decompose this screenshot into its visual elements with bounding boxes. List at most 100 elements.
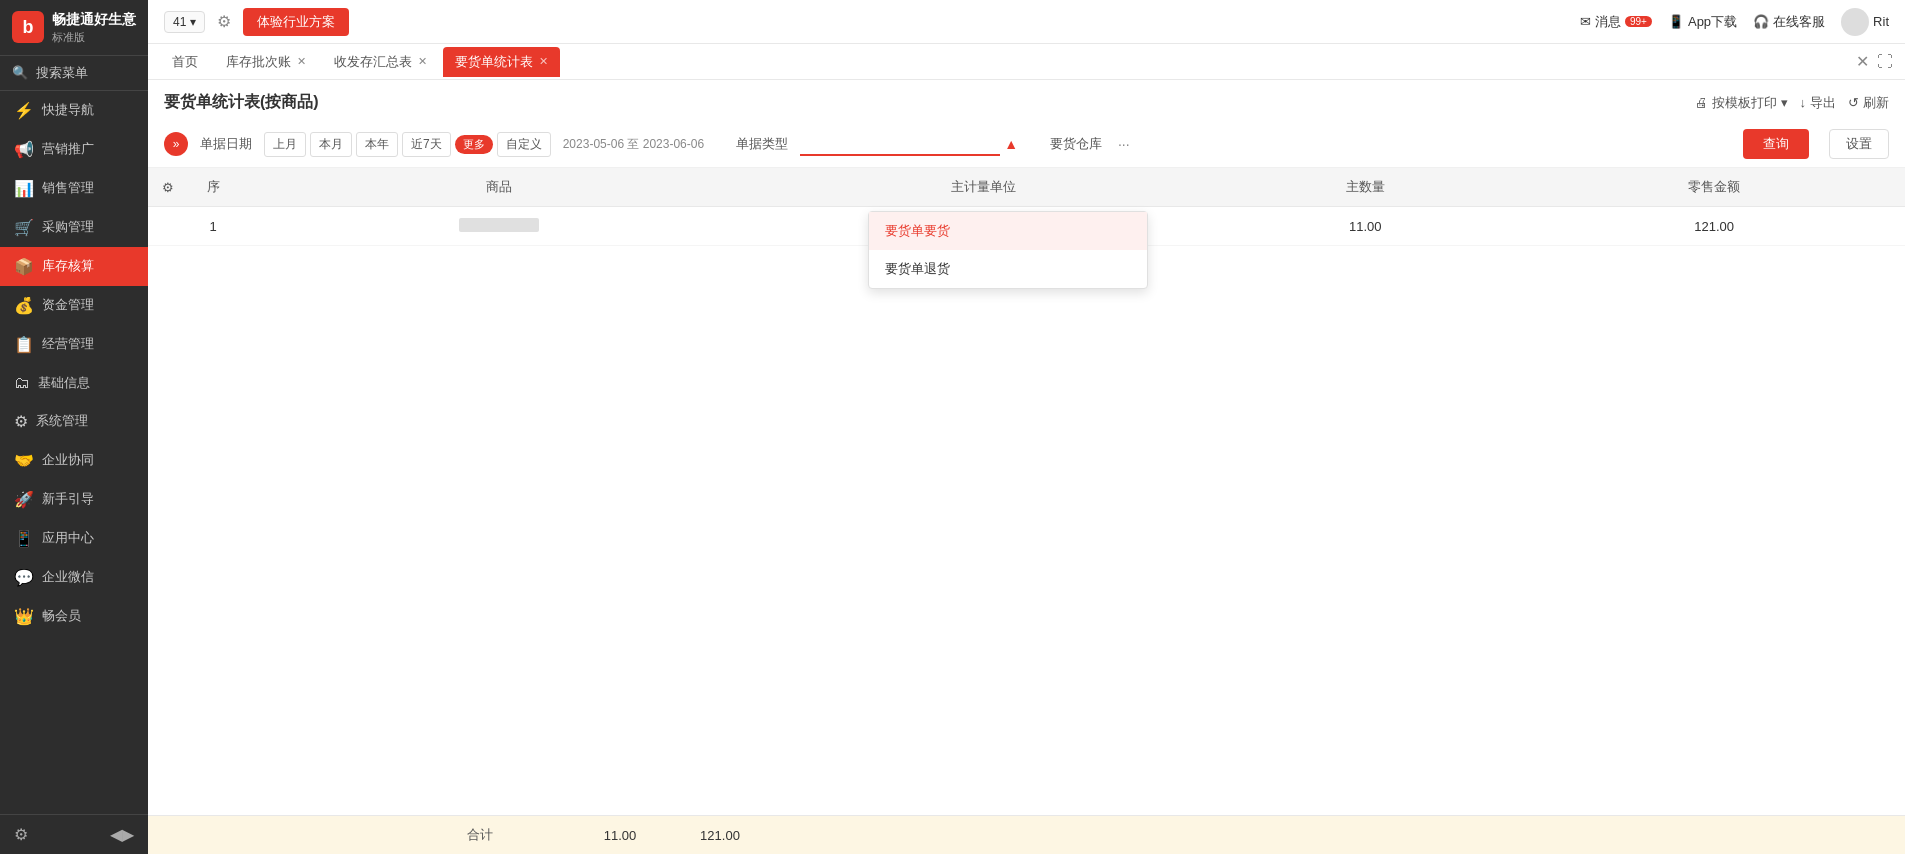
filter-settings-button[interactable]: 设置 — [1829, 129, 1889, 159]
warehouse-filter-label: 要货仓库 — [1050, 135, 1102, 153]
sidebar-search[interactable]: 🔍 搜索菜单 — [0, 56, 148, 91]
finance-icon: 💰 — [14, 296, 34, 315]
trial-button[interactable]: 体验行业方案 — [243, 8, 349, 36]
date-btn-year[interactable]: 本年 — [356, 132, 398, 157]
sidebar-item-label: 新手引导 — [42, 490, 94, 508]
tab-order-stats[interactable]: 要货单统计表 ✕ — [443, 47, 560, 77]
row-product — [238, 207, 760, 246]
date-btn-current[interactable]: 本月 — [310, 132, 352, 157]
export-label: 导出 — [1810, 94, 1836, 112]
sidebar-item-enterprise[interactable]: 🤝 企业协同 — [0, 441, 148, 480]
tab-label: 要货单统计表 — [455, 53, 533, 71]
sidebar-item-label: 基础信息 — [38, 374, 90, 392]
date-btn-more[interactable]: 更多 — [455, 135, 493, 154]
headset-icon: 🎧 — [1753, 14, 1769, 29]
wechat-biz-icon: 💬 — [14, 568, 34, 587]
messages-item[interactable]: ✉ 消息 99+ — [1580, 13, 1652, 31]
online-service-label: 在线客服 — [1773, 13, 1825, 31]
sidebar-footer: ⚙ ◀▶ — [0, 814, 148, 854]
refresh-button[interactable]: ↺ 刷新 — [1848, 94, 1889, 112]
tab-receipts-summary[interactable]: 收发存汇总表 ✕ — [322, 47, 439, 77]
tab-label: 收发存汇总表 — [334, 53, 412, 71]
page-actions: 🖨 按模板打印 ▾ ↓ 导出 ↺ 刷新 — [1695, 94, 1890, 112]
content-area: 要货单统计表(按商品) 🖨 按模板打印 ▾ ↓ 导出 ↺ 刷新 » — [148, 80, 1905, 854]
sidebar-item-inventory[interactable]: 📦库存核算 — [0, 247, 148, 286]
sidebar-item-purchase[interactable]: 🛒采购管理 — [0, 208, 148, 247]
date-range-display: 2023-05-06 至 2023-06-06 — [563, 136, 704, 153]
sidebar-item-finance[interactable]: 💰 资金管理 — [0, 286, 148, 325]
main-content: 41 ▾ ⚙ 体验行业方案 ✉ 消息 99+ 📱 App下载 🎧 在线客服 R — [148, 0, 1905, 854]
print-button[interactable]: 🖨 按模板打印 ▾ — [1695, 94, 1788, 112]
filter-expand-button[interactable]: » — [164, 132, 188, 156]
sidebar-item-quick-nav[interactable]: ⚡快捷导航 — [0, 91, 148, 130]
sidebar-item-basic-info[interactable]: 🗂 基础信息 — [0, 364, 148, 402]
footer-amount: 121.00 — [670, 828, 770, 843]
header-left: 41 ▾ ⚙ 体验行业方案 — [164, 8, 349, 36]
tab-inventory-batch[interactable]: 库存批次账✕ — [214, 47, 318, 77]
date-filter-buttons: 上月 本月 本年 近7天 更多 自定义 — [264, 132, 551, 157]
type-filter-chevron-up[interactable]: ▲ — [1004, 136, 1018, 152]
query-button[interactable]: 查询 — [1743, 129, 1809, 159]
sidebar-item-wechat-biz[interactable]: 💬 企业微信 — [0, 558, 148, 597]
sidebar: b 畅捷通好生意 标准版 🔍 搜索菜单 ⚡快捷导航📢营销推广📊销售管理🛒采购管理… — [0, 0, 148, 854]
sidebar-item-marketing[interactable]: 📢营销推广 — [0, 130, 148, 169]
col-header-no: 序 — [188, 168, 238, 207]
tab-collapse-icon[interactable]: ✕ — [1856, 52, 1869, 71]
sidebar-item-label: 系统管理 — [36, 412, 88, 430]
user-item[interactable]: Rit — [1841, 8, 1889, 36]
export-button[interactable]: ↓ 导出 — [1800, 94, 1837, 112]
sidebar-item-system[interactable]: ⚙ 系统管理 — [0, 402, 148, 441]
online-service-item[interactable]: 🎧 在线客服 — [1753, 13, 1825, 31]
app-download-item[interactable]: 📱 App下载 — [1668, 13, 1737, 31]
messages-badge: 99+ — [1625, 16, 1652, 27]
basic-info-icon: 🗂 — [14, 374, 30, 392]
sidebar-item-label: 企业协同 — [42, 451, 94, 469]
page-header: 要货单统计表(按商品) 🖨 按模板打印 ▾ ↓ 导出 ↺ 刷新 — [148, 80, 1905, 121]
header-settings-icon[interactable]: ⚙ — [217, 12, 231, 31]
col-header-product: 商品 — [238, 168, 760, 207]
date-btn-custom[interactable]: 自定义 — [497, 132, 551, 157]
avatar — [1841, 8, 1869, 36]
sidebar-item-label: 资金管理 — [42, 296, 94, 314]
system-icon: ⚙ — [14, 412, 28, 431]
type-dropdown: 要货单要货要货单退货 — [868, 211, 1148, 289]
row-settings — [148, 207, 188, 246]
tab-close-icon[interactable]: ✕ — [297, 55, 306, 68]
settings-icon[interactable]: ⚙ — [14, 825, 28, 844]
date-btn-7days[interactable]: 近7天 — [402, 132, 451, 157]
tab-close-icon[interactable]: ✕ — [539, 55, 548, 68]
tab-home[interactable]: 首页 — [160, 47, 210, 77]
col-settings-icon[interactable]: ⚙ — [162, 180, 174, 195]
tab-bar-actions: ✕ ⛶ — [1856, 52, 1893, 71]
breadcrumb-num: 41 — [173, 15, 186, 29]
table-header-row: ⚙ 序 商品 主计量单位 主数量 零售金额 — [148, 168, 1905, 207]
tab-expand-icon[interactable]: ⛶ — [1877, 53, 1893, 71]
sidebar-item-sales[interactable]: 📊销售管理 — [0, 169, 148, 208]
row-no: 1 — [188, 207, 238, 246]
col-header-unit: 主计量单位 — [760, 168, 1207, 207]
dropdown-item-order-return[interactable]: 要货单退货 — [869, 250, 1147, 288]
sidebar-item-operations[interactable]: 📋 经营管理 — [0, 325, 148, 364]
sidebar-item-app-center[interactable]: 📱应用中心 — [0, 519, 148, 558]
warehouse-filter-dots[interactable]: ··· — [1118, 136, 1130, 152]
brand-name: 畅捷通好生意 — [52, 10, 136, 30]
sidebar-item-label: 企业微信 — [42, 568, 94, 586]
purchase-icon: 🛒 — [14, 218, 34, 237]
tab-bar: 首页库存批次账✕ 收发存汇总表 ✕ 要货单统计表 ✕ ✕ ⛶ — [148, 44, 1905, 80]
date-btn-up[interactable]: 上月 — [264, 132, 306, 157]
refresh-label: 刷新 — [1863, 94, 1889, 112]
breadcrumb-select[interactable]: 41 ▾ — [164, 11, 205, 33]
sidebar-item-guide[interactable]: 🚀新手引导 — [0, 480, 148, 519]
top-header: 41 ▾ ⚙ 体验行业方案 ✉ 消息 99+ 📱 App下载 🎧 在线客服 R — [148, 0, 1905, 44]
col-header-settings: ⚙ — [148, 168, 188, 207]
operations-icon: 📋 — [14, 335, 34, 354]
collapse-icon[interactable]: ◀▶ — [110, 825, 134, 844]
type-filter-input[interactable] — [800, 133, 1000, 156]
brand-sub: 标准版 — [52, 30, 136, 45]
tab-close-icon[interactable]: ✕ — [418, 55, 427, 68]
sidebar-item-member[interactable]: 👑畅会员 — [0, 597, 148, 636]
dropdown-item-order-goods[interactable]: 要货单要货 — [869, 212, 1147, 250]
page-title: 要货单统计表(按商品) — [164, 92, 319, 113]
sidebar-item-label: 经营管理 — [42, 335, 94, 353]
enterprise-icon: 🤝 — [14, 451, 34, 470]
